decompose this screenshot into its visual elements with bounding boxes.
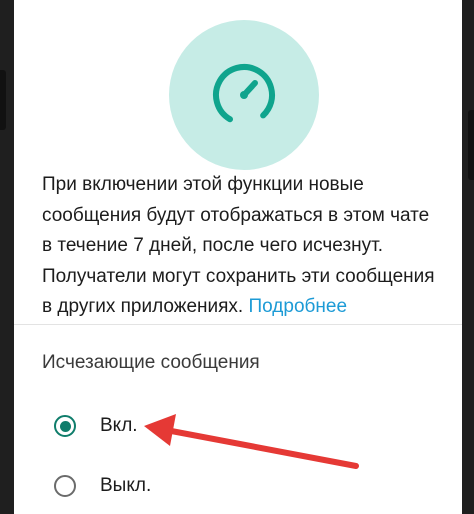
disappearing-messages-description: При включении этой функции новые сообщен… <box>42 170 442 323</box>
radio-checked-icon[interactable] <box>54 415 76 437</box>
phone-frame: При включении этой функции новые сообщен… <box>0 0 474 514</box>
divider <box>14 324 462 325</box>
learn-more-link[interactable]: Подробнее <box>249 296 348 317</box>
hero-illustration <box>169 20 319 170</box>
option-on-label: Вкл. <box>100 415 138 436</box>
phone-power-button <box>468 110 474 180</box>
screen: При включении этой функции новые сообщен… <box>14 0 462 514</box>
phone-side-button <box>0 70 6 130</box>
option-on[interactable]: Вкл. <box>42 404 342 448</box>
option-off[interactable]: Выкл. <box>42 464 342 508</box>
option-off-label: Выкл. <box>100 475 152 496</box>
section-title: Исчезающие сообщения <box>42 352 260 373</box>
radio-unchecked-icon[interactable] <box>54 475 76 497</box>
description-text: При включении этой функции новые сообщен… <box>42 174 435 317</box>
disappearing-timer-icon <box>213 64 275 126</box>
